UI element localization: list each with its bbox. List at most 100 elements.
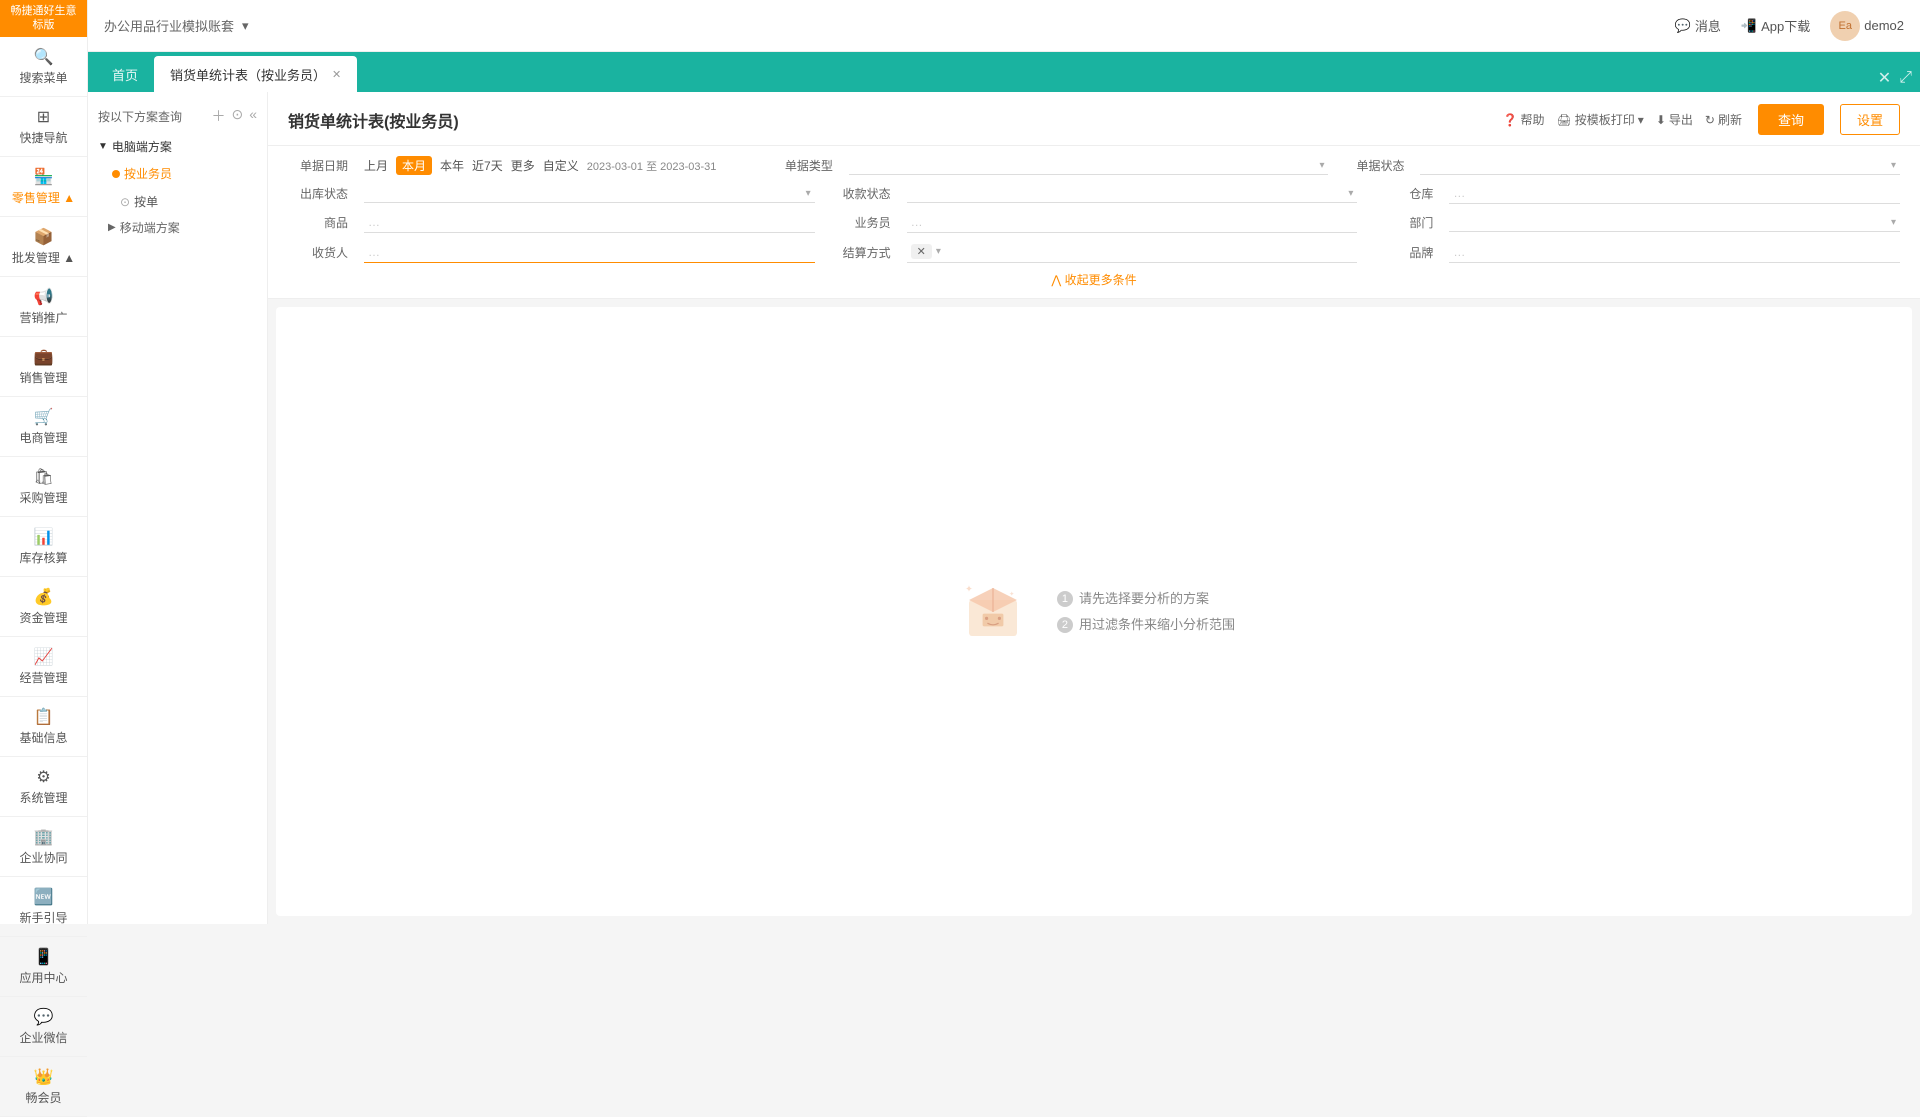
date-tab-thismonth[interactable]: 本月 xyxy=(396,156,432,175)
out-status-label: 出库状态 xyxy=(288,185,348,202)
status-label: 单据状态 xyxy=(1344,157,1404,174)
panel-section-pc[interactable]: ▼ 电脑端方案 xyxy=(88,134,267,159)
section-label-pc: 电脑端方案 xyxy=(112,138,172,155)
receiver-label: 收货人 xyxy=(288,244,348,261)
collapse-filters-btn[interactable]: ⋀ 收起更多条件 xyxy=(288,271,1900,288)
settlement-dropdown-icon: ▾ xyxy=(936,246,941,257)
query-button[interactable]: 查询 xyxy=(1758,104,1824,135)
filter-row-1: 单据日期 上月 本月 本年 近7天 更多 自定义 2023-03-01 至 20… xyxy=(288,156,1900,175)
body-content: ✦ ✦ 1 请先选择要分析的方案 2 用过滤条件来缩小分析范围 xyxy=(276,307,1912,916)
print-icon: 🖨 xyxy=(1557,113,1572,127)
goods-filter[interactable]: … xyxy=(364,212,815,233)
warehouse-filter[interactable]: … xyxy=(1449,183,1900,204)
filter-area: 单据日期 上月 本月 本年 近7天 更多 自定义 2023-03-01 至 20… xyxy=(268,146,1920,299)
sidebar-item-corpwechat[interactable]: 💬 企业微信 xyxy=(0,997,87,1057)
panel-item-bystaff[interactable]: 按业务员 xyxy=(88,159,267,188)
sidebar-item-newuser[interactable]: 🆕 新手引导 xyxy=(0,877,87,937)
sidebar-item-operation[interactable]: 📈 经营管理 xyxy=(0,637,87,697)
header-right: 💬 消息 📲 App下载 Ea demo2 xyxy=(1675,11,1904,41)
purchase-icon: 🛍 xyxy=(4,467,83,487)
collapse-arrow-icon: ⋀ xyxy=(1051,273,1061,287)
sidebar-item-corp[interactable]: 🏢 企业协同 xyxy=(0,817,87,877)
date-tab-custom[interactable]: 自定义 xyxy=(543,157,579,174)
status-filter[interactable]: ▾ xyxy=(1420,157,1900,175)
message-btn[interactable]: 💬 消息 xyxy=(1675,16,1721,35)
content-area: 按以下方案查询 ＋ ⊙ « ▼ 电脑端方案 按业务员 ⊙ 按单 ▶ xyxy=(88,92,1920,924)
sidebar-item-shortcuts[interactable]: ⊞ 快捷导航 xyxy=(0,97,87,157)
panel-section-mobile[interactable]: ▶ 移动端方案 xyxy=(88,215,267,240)
page-header-actions: ❓ 帮助 🖨 按模板打印 ▾ ⬇ 导出 xyxy=(1503,104,1900,135)
dept-label: 部门 xyxy=(1373,214,1433,231)
ecommerce-icon: 🛒 xyxy=(4,407,83,427)
tab-home[interactable]: 首页 xyxy=(96,56,154,92)
main-area: 办公用品行业模拟账套 ▾ 💬 消息 📲 App下载 Ea demo2 首页 xyxy=(88,0,1920,924)
date-tab-lastmonth[interactable]: 上月 xyxy=(364,157,388,174)
close-tab-icon[interactable]: ✕ xyxy=(332,68,341,81)
page-actions-group: ❓ 帮助 🖨 按模板打印 ▾ ⬇ 导出 xyxy=(1503,111,1742,128)
sidebar-item-apps[interactable]: 📱 应用中心 xyxy=(0,937,87,997)
sidebar-item-member[interactable]: 👑 畅会员 xyxy=(0,1057,87,1117)
brand-label: 品牌 xyxy=(1373,244,1433,261)
maximize-icon[interactable]: ⤢ xyxy=(1899,69,1912,87)
staff-filter[interactable]: … xyxy=(907,212,1358,233)
section-arrow-mobile: ▶ xyxy=(108,222,116,233)
corp-icon: 🏢 xyxy=(4,827,83,847)
active-indicator xyxy=(112,170,120,178)
app-download-btn[interactable]: 📲 App下载 xyxy=(1741,16,1810,35)
user-menu-btn[interactable]: Ea demo2 xyxy=(1830,11,1904,41)
type-dropdown-icon: ▾ xyxy=(1319,160,1324,171)
sidebar-item-finance[interactable]: 💰 资金管理 xyxy=(0,577,87,637)
settings-button[interactable]: 设置 xyxy=(1840,104,1900,135)
sidebar-item-retail[interactable]: 🏪 零售管理 ▲ xyxy=(0,157,87,217)
right-content: 销货单统计表(按业务员) ❓ 帮助 🖨 按模板打印 ▾ xyxy=(268,92,1920,924)
help-btn[interactable]: ❓ 帮助 xyxy=(1503,111,1545,128)
tip-num-2: 2 xyxy=(1057,617,1073,633)
home-tab-label: 首页 xyxy=(112,65,138,84)
logo-text: 畅捷通好生意 标版 xyxy=(11,4,77,33)
workspace-info: 办公用品行业模拟账套 ▾ xyxy=(104,16,249,35)
filter-row-3: 商品 … 业务员 … 部门 ▾ xyxy=(288,212,1900,233)
pay-status-label: 收款状态 xyxy=(831,185,891,202)
date-tab-thisyear[interactable]: 本年 xyxy=(440,157,464,174)
message-icon: 💬 xyxy=(1675,18,1691,34)
settlement-tag: ✕ xyxy=(911,244,932,259)
panel-header-icons: ＋ ⊙ « xyxy=(211,106,257,126)
section-label-mobile: 移动端方案 xyxy=(120,219,180,236)
sidebar-item-marketing[interactable]: 📢 营销推广 xyxy=(0,277,87,337)
dept-filter[interactable]: ▾ xyxy=(1449,214,1900,232)
panel-item-byorder[interactable]: ⊙ 按单 xyxy=(88,188,267,215)
tip-item-2: 2 用过滤条件来缩小分析范围 xyxy=(1057,612,1235,638)
type-filter[interactable]: ▾ xyxy=(849,157,1329,175)
avatar: Ea xyxy=(1830,11,1860,41)
print-dropdown-icon[interactable]: ▾ xyxy=(1638,113,1644,127)
sidebar-item-wholesale[interactable]: 📦 批发管理 ▲ xyxy=(0,217,87,277)
minimize-icon[interactable]: ✕ xyxy=(1878,68,1891,88)
sidebar-item-basic[interactable]: 📋 基础信息 xyxy=(0,697,87,757)
pay-status-filter[interactable]: ▾ xyxy=(907,185,1358,203)
sidebar-item-ecommerce[interactable]: 🛒 电商管理 xyxy=(0,397,87,457)
settlement-label: 结算方式 xyxy=(831,244,891,261)
receiver-filter[interactable]: … xyxy=(364,242,815,263)
sidebar-item-inventory[interactable]: 📊 库存核算 xyxy=(0,517,87,577)
panel-add-icon[interactable]: ＋ xyxy=(211,106,225,126)
sidebar-item-purchase[interactable]: 🛍 采购管理 xyxy=(0,457,87,517)
sidebar-item-search[interactable]: 🔍 搜索菜单 xyxy=(0,37,87,97)
download-icon: 📲 xyxy=(1741,18,1757,34)
export-btn[interactable]: ⬇ 导出 xyxy=(1656,111,1693,128)
filter-row-4: 收货人 … 结算方式 ✕ ▾ 品牌 … xyxy=(288,241,1900,263)
svg-text:✦: ✦ xyxy=(1009,591,1014,598)
panel-settings-icon[interactable]: ⊙ xyxy=(231,106,243,126)
workspace-dropdown-icon[interactable]: ▾ xyxy=(242,18,249,34)
brand-filter[interactable]: … xyxy=(1449,242,1900,263)
panel-collapse-icon[interactable]: « xyxy=(249,106,257,126)
sidebar-item-system[interactable]: ⚙ 系统管理 xyxy=(0,757,87,817)
sidebar-item-sales[interactable]: 💼 销售管理 xyxy=(0,337,87,397)
app-logo: 畅捷通好生意 标版 xyxy=(0,0,87,37)
date-tab-7days[interactable]: 近7天 xyxy=(472,157,503,174)
settlement-filter[interactable]: ✕ ▾ xyxy=(907,241,1358,263)
refresh-btn[interactable]: ↻ 刷新 xyxy=(1705,111,1742,128)
out-status-filter[interactable]: ▾ xyxy=(364,185,815,203)
date-tab-more[interactable]: 更多 xyxy=(511,157,535,174)
tab-sales-stats[interactable]: 销货单统计表（按业务员） ✕ xyxy=(154,56,357,92)
print-btn[interactable]: 🖨 按模板打印 ▾ xyxy=(1557,111,1644,128)
